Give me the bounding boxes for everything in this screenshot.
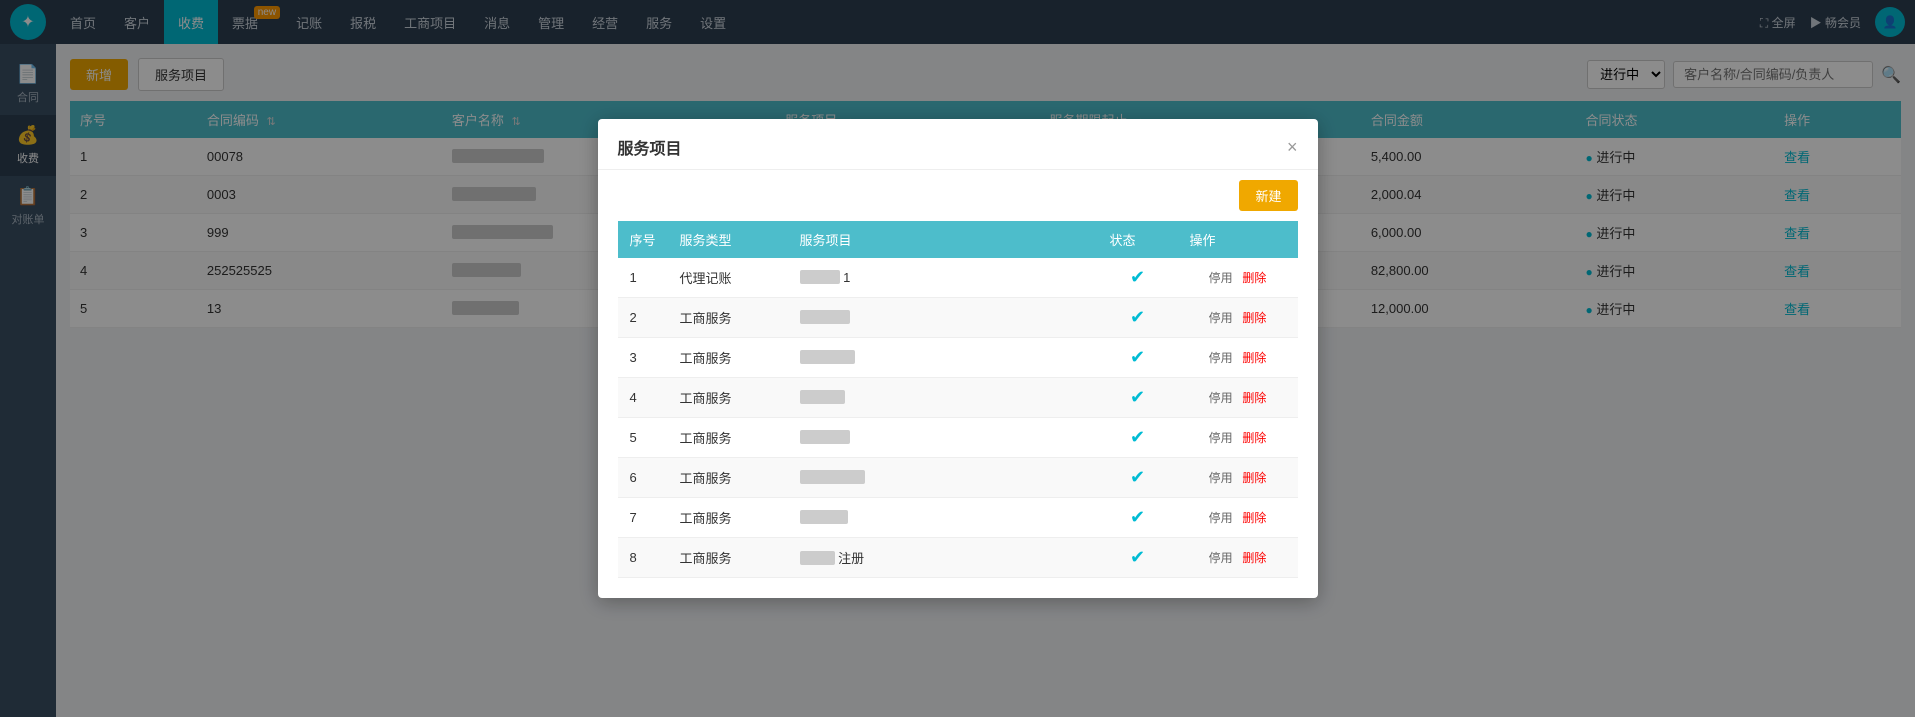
modal-table-row: 2 工商服务 ✔ 停用 删除 bbox=[618, 298, 1298, 338]
modal-overlay[interactable]: 服务项目 × 新建 序号 服务类型 服务项目 状态 操作 1 代理记账 bbox=[0, 0, 1915, 717]
modal-cell-op: 停用 删除 bbox=[1178, 378, 1298, 418]
modal-col-type: 服务类型 bbox=[668, 221, 788, 258]
modal-cell-no: 3 bbox=[618, 338, 668, 378]
service-items-table: 序号 服务类型 服务项目 状态 操作 1 代理记账 1 ✔ 停用 删除 2 工商… bbox=[618, 221, 1298, 578]
modal-cell-item bbox=[788, 498, 1098, 538]
modal-cell-item bbox=[788, 378, 1098, 418]
modal-cell-status: ✔ bbox=[1098, 418, 1178, 458]
status-check-icon: ✔ bbox=[1130, 387, 1145, 407]
delete-button[interactable]: 删除 bbox=[1242, 311, 1266, 325]
modal-close-button[interactable]: × bbox=[1287, 137, 1298, 158]
status-check-icon: ✔ bbox=[1130, 547, 1145, 567]
status-check-icon: ✔ bbox=[1130, 507, 1145, 527]
modal-cell-item bbox=[788, 458, 1098, 498]
modal-table-row: 1 代理记账 1 ✔ 停用 删除 bbox=[618, 258, 1298, 298]
modal-header-row: 序号 服务类型 服务项目 状态 操作 bbox=[618, 221, 1298, 258]
modal-col-item: 服务项目 bbox=[788, 221, 1098, 258]
modal-header: 服务项目 × bbox=[598, 119, 1318, 170]
delete-button[interactable]: 删除 bbox=[1242, 431, 1266, 445]
modal-cell-status: ✔ bbox=[1098, 538, 1178, 578]
stop-button[interactable]: 停用 bbox=[1209, 471, 1233, 485]
modal-cell-op: 停用 删除 bbox=[1178, 258, 1298, 298]
stop-button[interactable]: 停用 bbox=[1209, 311, 1233, 325]
stop-button[interactable]: 停用 bbox=[1209, 431, 1233, 445]
delete-button[interactable]: 删除 bbox=[1242, 471, 1266, 485]
stop-button[interactable]: 停用 bbox=[1209, 511, 1233, 525]
modal-cell-op: 停用 删除 bbox=[1178, 458, 1298, 498]
modal-cell-no: 6 bbox=[618, 458, 668, 498]
modal-cell-status: ✔ bbox=[1098, 338, 1178, 378]
delete-button[interactable]: 删除 bbox=[1242, 551, 1266, 565]
modal-col-no: 序号 bbox=[618, 221, 668, 258]
modal-table-row: 5 工商服务 ✔ 停用 删除 bbox=[618, 418, 1298, 458]
modal-cell-no: 7 bbox=[618, 498, 668, 538]
modal-cell-item bbox=[788, 338, 1098, 378]
modal-cell-no: 4 bbox=[618, 378, 668, 418]
stop-button[interactable]: 停用 bbox=[1209, 551, 1233, 565]
modal-cell-type: 工商服务 bbox=[668, 338, 788, 378]
modal-cell-type: 工商服务 bbox=[668, 298, 788, 338]
modal-cell-op: 停用 删除 bbox=[1178, 538, 1298, 578]
modal-cell-item bbox=[788, 298, 1098, 338]
modal-cell-no: 5 bbox=[618, 418, 668, 458]
modal-cell-type: 工商服务 bbox=[668, 418, 788, 458]
modal-cell-status: ✔ bbox=[1098, 298, 1178, 338]
delete-button[interactable]: 删除 bbox=[1242, 511, 1266, 525]
delete-button[interactable]: 删除 bbox=[1242, 391, 1266, 405]
modal-title: 服务项目 bbox=[618, 135, 682, 159]
delete-button[interactable]: 删除 bbox=[1242, 351, 1266, 365]
modal-cell-op: 停用 删除 bbox=[1178, 498, 1298, 538]
modal-col-op: 操作 bbox=[1178, 221, 1298, 258]
status-check-icon: ✔ bbox=[1130, 307, 1145, 327]
modal-cell-no: 2 bbox=[618, 298, 668, 338]
modal-table-row: 6 工商服务 ✔ 停用 删除 bbox=[618, 458, 1298, 498]
modal-cell-status: ✔ bbox=[1098, 378, 1178, 418]
modal-cell-item bbox=[788, 418, 1098, 458]
modal-body: 序号 服务类型 服务项目 状态 操作 1 代理记账 1 ✔ 停用 删除 2 工商… bbox=[598, 221, 1318, 598]
modal-table-row: 4 工商服务 ✔ 停用 删除 bbox=[618, 378, 1298, 418]
modal-cell-item: 注册 bbox=[788, 538, 1098, 578]
modal-table-row: 3 工商服务 ✔ 停用 删除 bbox=[618, 338, 1298, 378]
modal-cell-no: 1 bbox=[618, 258, 668, 298]
modal-table-row: 8 工商服务 注册 ✔ 停用 删除 bbox=[618, 538, 1298, 578]
status-check-icon: ✔ bbox=[1130, 427, 1145, 447]
stop-button[interactable]: 停用 bbox=[1209, 271, 1233, 285]
modal-cell-status: ✔ bbox=[1098, 458, 1178, 498]
modal-cell-type: 代理记账 bbox=[668, 258, 788, 298]
delete-button[interactable]: 删除 bbox=[1242, 271, 1266, 285]
stop-button[interactable]: 停用 bbox=[1209, 351, 1233, 365]
modal-col-state: 状态 bbox=[1098, 221, 1178, 258]
modal-cell-op: 停用 删除 bbox=[1178, 298, 1298, 338]
modal-table-row: 7 工商服务 ✔ 停用 删除 bbox=[618, 498, 1298, 538]
service-modal: 服务项目 × 新建 序号 服务类型 服务项目 状态 操作 1 代理记账 bbox=[598, 119, 1318, 598]
modal-cell-type: 工商服务 bbox=[668, 458, 788, 498]
modal-new-button[interactable]: 新建 bbox=[1239, 180, 1297, 211]
modal-cell-status: ✔ bbox=[1098, 498, 1178, 538]
modal-cell-op: 停用 删除 bbox=[1178, 338, 1298, 378]
stop-button[interactable]: 停用 bbox=[1209, 391, 1233, 405]
status-check-icon: ✔ bbox=[1130, 467, 1145, 487]
modal-cell-type: 工商服务 bbox=[668, 498, 788, 538]
modal-cell-type: 工商服务 bbox=[668, 538, 788, 578]
modal-cell-status: ✔ bbox=[1098, 258, 1178, 298]
modal-cell-item: 1 bbox=[788, 258, 1098, 298]
modal-toolbar: 新建 bbox=[598, 170, 1318, 221]
modal-cell-no: 8 bbox=[618, 538, 668, 578]
modal-cell-op: 停用 删除 bbox=[1178, 418, 1298, 458]
status-check-icon: ✔ bbox=[1130, 347, 1145, 367]
modal-cell-type: 工商服务 bbox=[668, 378, 788, 418]
status-check-icon: ✔ bbox=[1130, 267, 1145, 287]
